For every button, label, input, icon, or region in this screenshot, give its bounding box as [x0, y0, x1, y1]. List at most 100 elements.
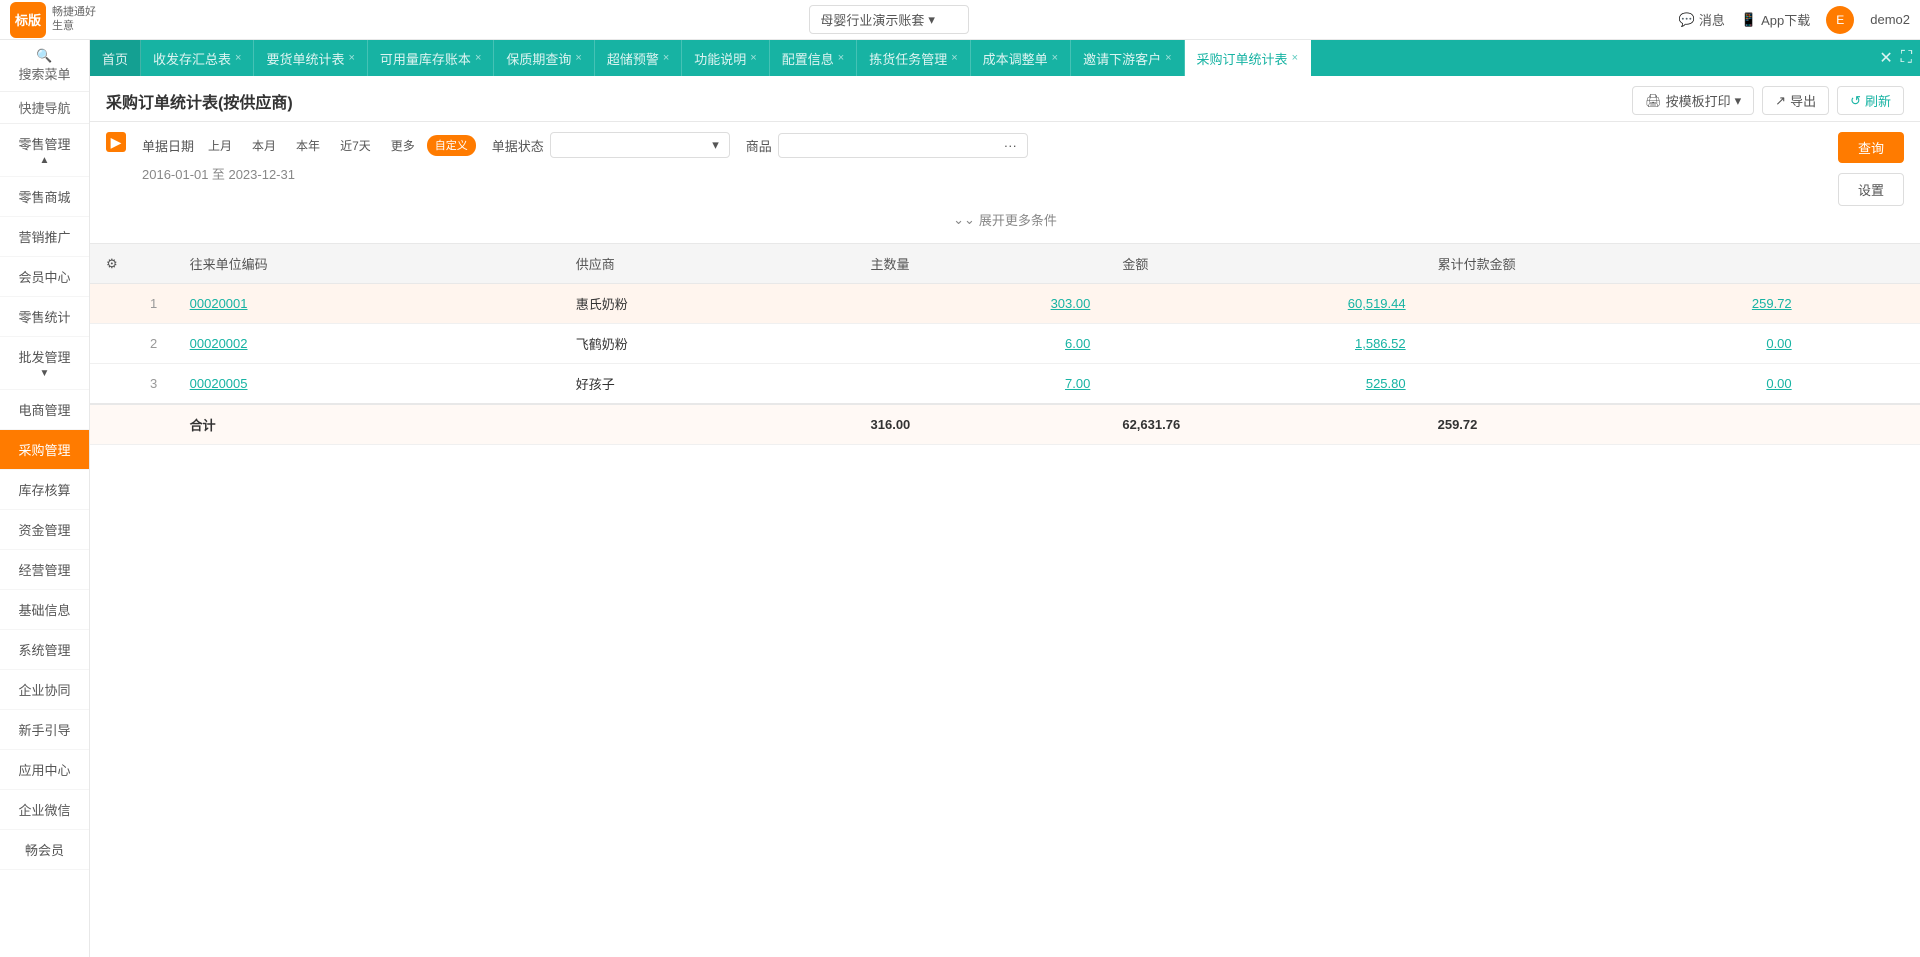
sidebar: 🔍 搜索菜单 快捷导航 零售管理 ▲ 零售商城 营销推广 会员中心 零售统计 批… — [0, 40, 90, 957]
shortcut-more[interactable]: 更多 — [383, 135, 423, 156]
refresh-label: 刷新 — [1865, 91, 1891, 110]
sidebar-item-wholesale-mgmt[interactable]: 批发管理 ▼ — [0, 337, 89, 390]
ellipsis-icon[interactable]: ··· — [1004, 138, 1017, 153]
table-row[interactable]: 1 00020001 惠氏奶粉 303.00 60,519.44 259.72 — [90, 284, 1920, 324]
expand-more-button[interactable]: ⌄⌄ 展开更多条件 — [953, 210, 1057, 229]
sidebar-item-basic-info[interactable]: 基础信息 — [0, 590, 89, 630]
sidebar-item-label: 系统管理 — [18, 640, 70, 659]
tab-overstock-alert[interactable]: 超储预警 × — [595, 40, 682, 76]
message-button[interactable]: 💬 消息 — [1679, 10, 1725, 29]
tab-requisition-stats[interactable]: 要货单统计表 × — [254, 40, 367, 76]
sidebar-search-label: 搜索菜单 — [18, 67, 70, 82]
close-icon[interactable]: × — [838, 52, 844, 64]
logo-text: 畅捷通好生意 — [52, 6, 100, 32]
sidebar-item-ops-mgmt[interactable]: 经营管理 — [0, 550, 89, 590]
summary-extra — [1808, 404, 1920, 445]
tab-config-info[interactable]: 配置信息 × — [770, 40, 857, 76]
filter-right: 查询 设置 — [1838, 132, 1904, 206]
sidebar-item-label: 电商管理 — [18, 400, 70, 419]
tab-cost-adjust[interactable]: 成本调整单 × — [971, 40, 1071, 76]
close-icon[interactable]: × — [235, 52, 241, 64]
sidebar-item-finance[interactable]: 资金管理 — [0, 510, 89, 550]
status-select[interactable]: ▾ — [550, 132, 730, 158]
settings-button[interactable]: 设置 — [1838, 173, 1904, 206]
export-button[interactable]: ↗ 导出 — [1762, 86, 1829, 115]
close-icon[interactable]: × — [663, 52, 669, 64]
tab-function-desc[interactable]: 功能说明 × — [682, 40, 769, 76]
message-icon: 💬 — [1679, 12, 1695, 28]
sidebar-quick-nav[interactable]: 快捷导航 — [0, 92, 89, 124]
summary-supplier-cell — [560, 404, 855, 445]
refresh-button[interactable]: ↺ 刷新 — [1837, 86, 1904, 115]
close-icon[interactable]: × — [1292, 52, 1298, 64]
table-row[interactable]: 3 00020005 好孩子 7.00 525.80 0.00 — [90, 364, 1920, 405]
tab-usable-inventory[interactable]: 可用量库存账本 × — [368, 40, 494, 76]
close-icon[interactable]: × — [1052, 52, 1058, 64]
sidebar-item-enterprise-wechat[interactable]: 企业微信 — [0, 790, 89, 830]
close-icon[interactable]: × — [575, 52, 581, 64]
sidebar-item-label: 零售统计 — [18, 307, 70, 326]
shortcut-custom[interactable]: 自定义 — [427, 135, 476, 156]
username-label[interactable]: demo2 — [1870, 12, 1910, 27]
sidebar-item-purchase-mgmt[interactable]: 采购管理 — [0, 430, 89, 470]
summary-num-cell — [134, 404, 174, 445]
date-shortcuts: 上月 本月 本年 近7天 更多 自定义 — [200, 135, 476, 156]
sidebar-item-app-center[interactable]: 应用中心 — [0, 750, 89, 790]
shortcut-this-year[interactable]: 本年 — [288, 135, 328, 156]
col-settings[interactable]: ⚙ — [90, 244, 134, 284]
tab-label: 保质期查询 — [506, 49, 571, 68]
shortcut-this-month[interactable]: 本月 — [244, 135, 284, 156]
close-icon[interactable]: × — [475, 52, 481, 64]
export-icon: ↗ — [1775, 93, 1786, 109]
chevron-down-icon: ▾ — [712, 137, 719, 153]
filter-toggle-button[interactable]: ▶ — [106, 132, 126, 152]
sidebar-search[interactable]: 🔍 搜索菜单 — [0, 40, 89, 92]
app-download-button[interactable]: 📱 App下载 — [1741, 10, 1810, 29]
table-row[interactable]: 2 00020002 飞鹤奶粉 6.00 1,586.52 0.00 — [90, 324, 1920, 364]
close-icon[interactable]: × — [1165, 52, 1171, 64]
goods-input[interactable]: ··· — [778, 133, 1028, 158]
expand-label: 展开更多条件 — [979, 210, 1057, 229]
maximize-button[interactable]: ⛶ — [1901, 49, 1912, 67]
sidebar-item-new-guide[interactable]: 新手引导 — [0, 710, 89, 750]
sidebar-item-enterprise[interactable]: 企业协同 — [0, 670, 89, 710]
summary-settings-cell — [90, 404, 134, 445]
close-all-tabs-button[interactable]: ✕ — [1879, 48, 1892, 68]
close-icon[interactable]: × — [348, 52, 354, 64]
sidebar-item-vip[interactable]: 畅会员 — [0, 830, 89, 870]
avatar: E — [1826, 6, 1854, 34]
sidebar-item-label: 应用中心 — [18, 760, 70, 779]
sidebar-item-retail-mgmt[interactable]: 零售管理 ▲ — [0, 124, 89, 177]
row-partner-code: 00020005 — [174, 364, 560, 405]
page-header: 采购订单统计表(按供应商) 🖨 按模板打印 ▾ ↗ 导出 ↺ 刷新 — [90, 76, 1920, 122]
tab-collect-pay[interactable]: 收发存汇总表 × — [141, 40, 254, 76]
close-icon[interactable]: × — [750, 52, 756, 64]
summary-quantity: 316.00 — [855, 404, 1107, 445]
sidebar-item-retail-stats[interactable]: 零售统计 — [0, 297, 89, 337]
sidebar-item-marketing[interactable]: 营销推广 — [0, 217, 89, 257]
row-quantity: 6.00 — [855, 324, 1107, 364]
tab-purchase-order-stats[interactable]: 采购订单统计表 × — [1185, 40, 1311, 76]
print-button[interactable]: 🖨 按模板打印 ▾ — [1632, 86, 1754, 115]
sidebar-item-ecommerce[interactable]: 电商管理 — [0, 390, 89, 430]
sidebar-item-sys-mgmt[interactable]: 系统管理 — [0, 630, 89, 670]
workspace-selector[interactable]: 母婴行业演示账套 ▾ — [809, 5, 969, 34]
table-header-row: ⚙ 往来单位编码 供应商 主数量 金额 累计付款金额 — [90, 244, 1920, 284]
tab-close-controls: ✕ ⛶ — [1871, 48, 1920, 68]
shortcut-7days[interactable]: 近7天 — [332, 135, 379, 156]
row-extra — [1808, 284, 1920, 324]
sidebar-item-inventory[interactable]: 库存核算 — [0, 470, 89, 510]
tab-home[interactable]: 首页 — [90, 40, 141, 76]
tab-pick-task[interactable]: 拣货任务管理 × — [857, 40, 970, 76]
filter-goods-group: 商品 ··· — [746, 133, 1028, 158]
tab-label: 成本调整单 — [983, 49, 1048, 68]
chevron-down-icon: ▾ — [928, 12, 935, 28]
shortcut-last-month[interactable]: 上月 — [200, 135, 240, 156]
query-button[interactable]: 查询 — [1838, 132, 1904, 163]
tab-invite-downstream[interactable]: 邀请下游客户 × — [1071, 40, 1184, 76]
search-icon: 🔍 — [36, 48, 52, 63]
sidebar-item-member-center[interactable]: 会员中心 — [0, 257, 89, 297]
tab-expiry-query[interactable]: 保质期查询 × — [494, 40, 594, 76]
sidebar-item-retail-store[interactable]: 零售商城 — [0, 177, 89, 217]
close-icon[interactable]: × — [951, 52, 957, 64]
